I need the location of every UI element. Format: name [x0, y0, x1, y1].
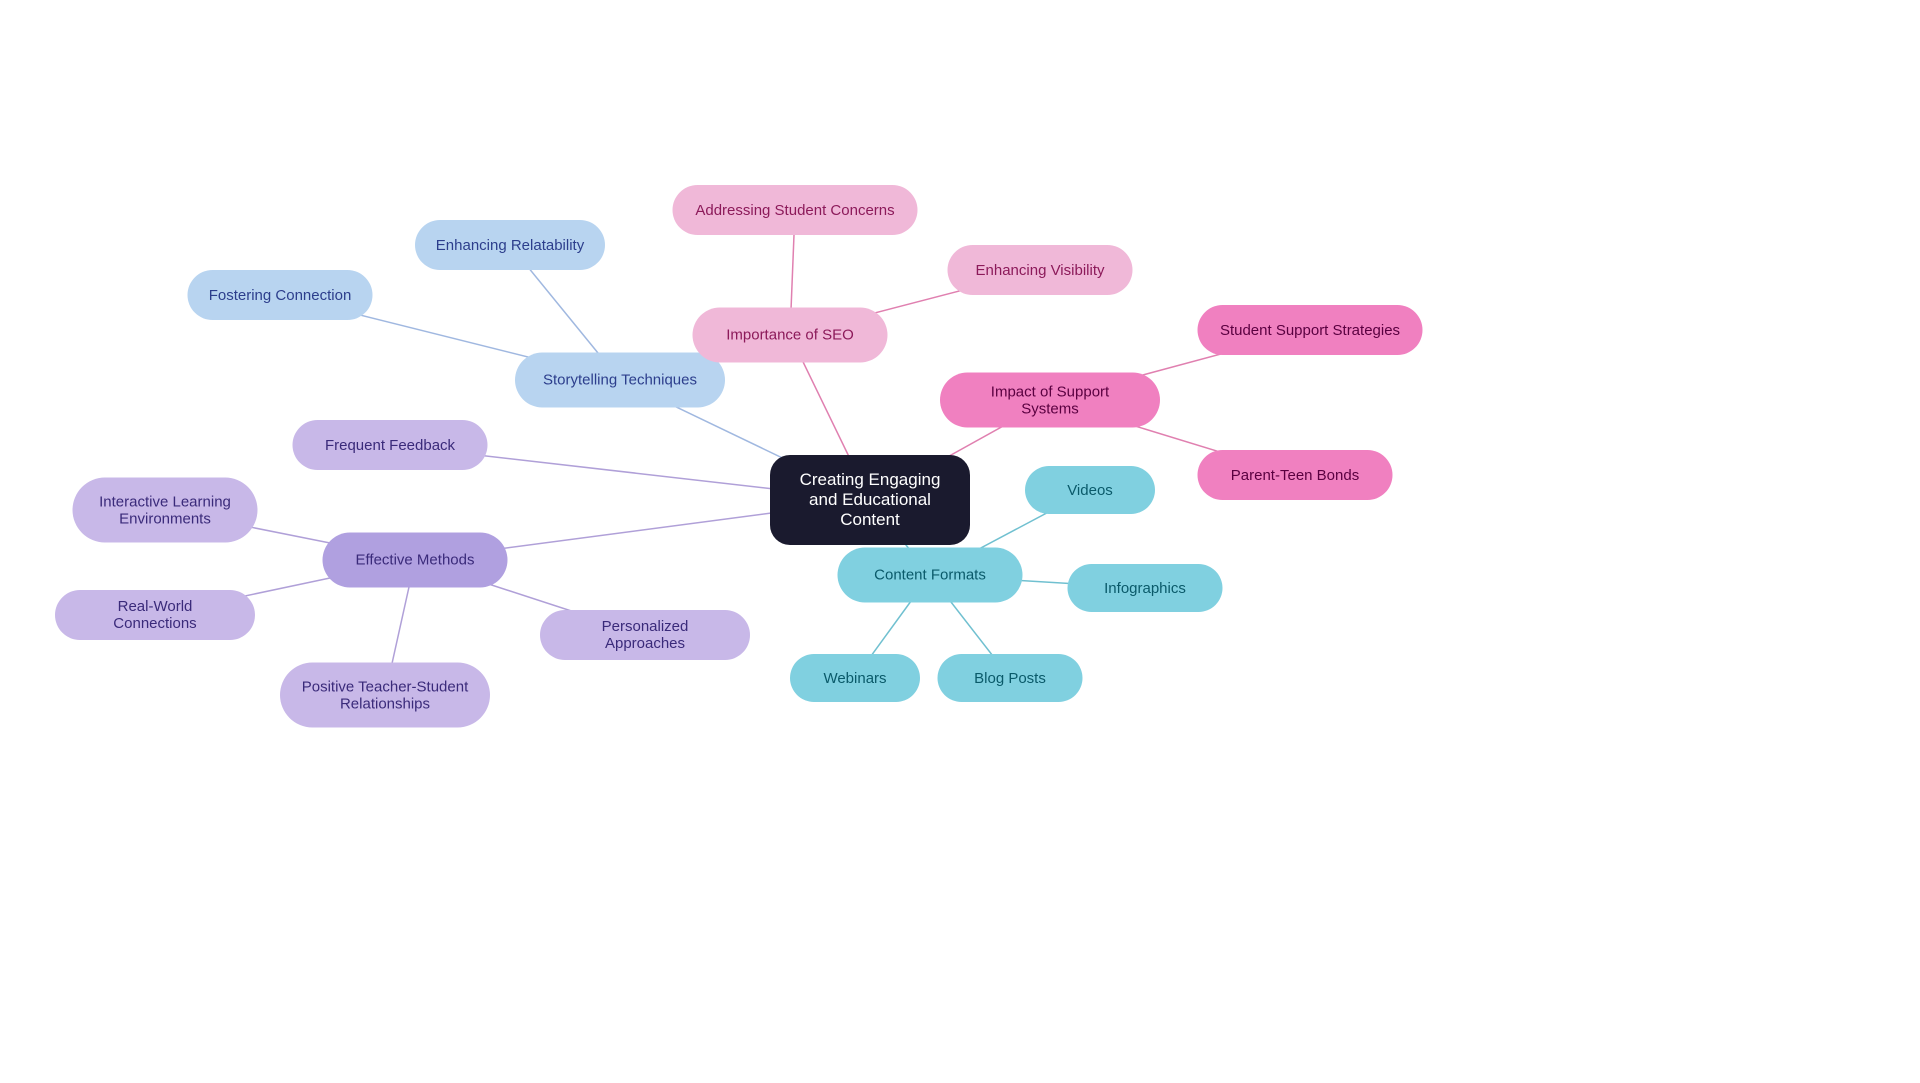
mindmap-container: Creating Engaging and Educational Conten… — [0, 0, 1920, 1083]
node-real-world[interactable]: Real-World Connections — [55, 590, 255, 640]
node-frequent-feedback[interactable]: Frequent Feedback — [293, 420, 488, 470]
node-videos[interactable]: Videos — [1025, 466, 1155, 514]
node-interactive-learning[interactable]: Interactive Learning Environments — [73, 478, 258, 543]
node-infographics[interactable]: Infographics — [1068, 564, 1223, 612]
node-content-formats[interactable]: Content Formats — [838, 548, 1023, 603]
node-impact-support[interactable]: Impact of Support Systems — [940, 373, 1160, 428]
node-enhancing-visibility[interactable]: Enhancing Visibility — [948, 245, 1133, 295]
node-blog-posts[interactable]: Blog Posts — [938, 654, 1083, 702]
node-addressing-student[interactable]: Addressing Student Concerns — [673, 185, 918, 235]
node-effective-methods[interactable]: Effective Methods — [323, 533, 508, 588]
node-enhancing-relatability[interactable]: Enhancing Relatability — [415, 220, 605, 270]
node-fostering-connection[interactable]: Fostering Connection — [188, 270, 373, 320]
node-student-support[interactable]: Student Support Strategies — [1198, 305, 1423, 355]
node-webinars[interactable]: Webinars — [790, 654, 920, 702]
node-parent-teen[interactable]: Parent-Teen Bonds — [1198, 450, 1393, 500]
node-personalized[interactable]: Personalized Approaches — [540, 610, 750, 660]
node-importance-seo[interactable]: Importance of SEO — [693, 308, 888, 363]
center-node[interactable]: Creating Engaging and Educational Conten… — [770, 455, 970, 545]
node-storytelling[interactable]: Storytelling Techniques — [515, 353, 725, 408]
node-positive-teacher[interactable]: Positive Teacher-Student Relationships — [280, 663, 490, 728]
